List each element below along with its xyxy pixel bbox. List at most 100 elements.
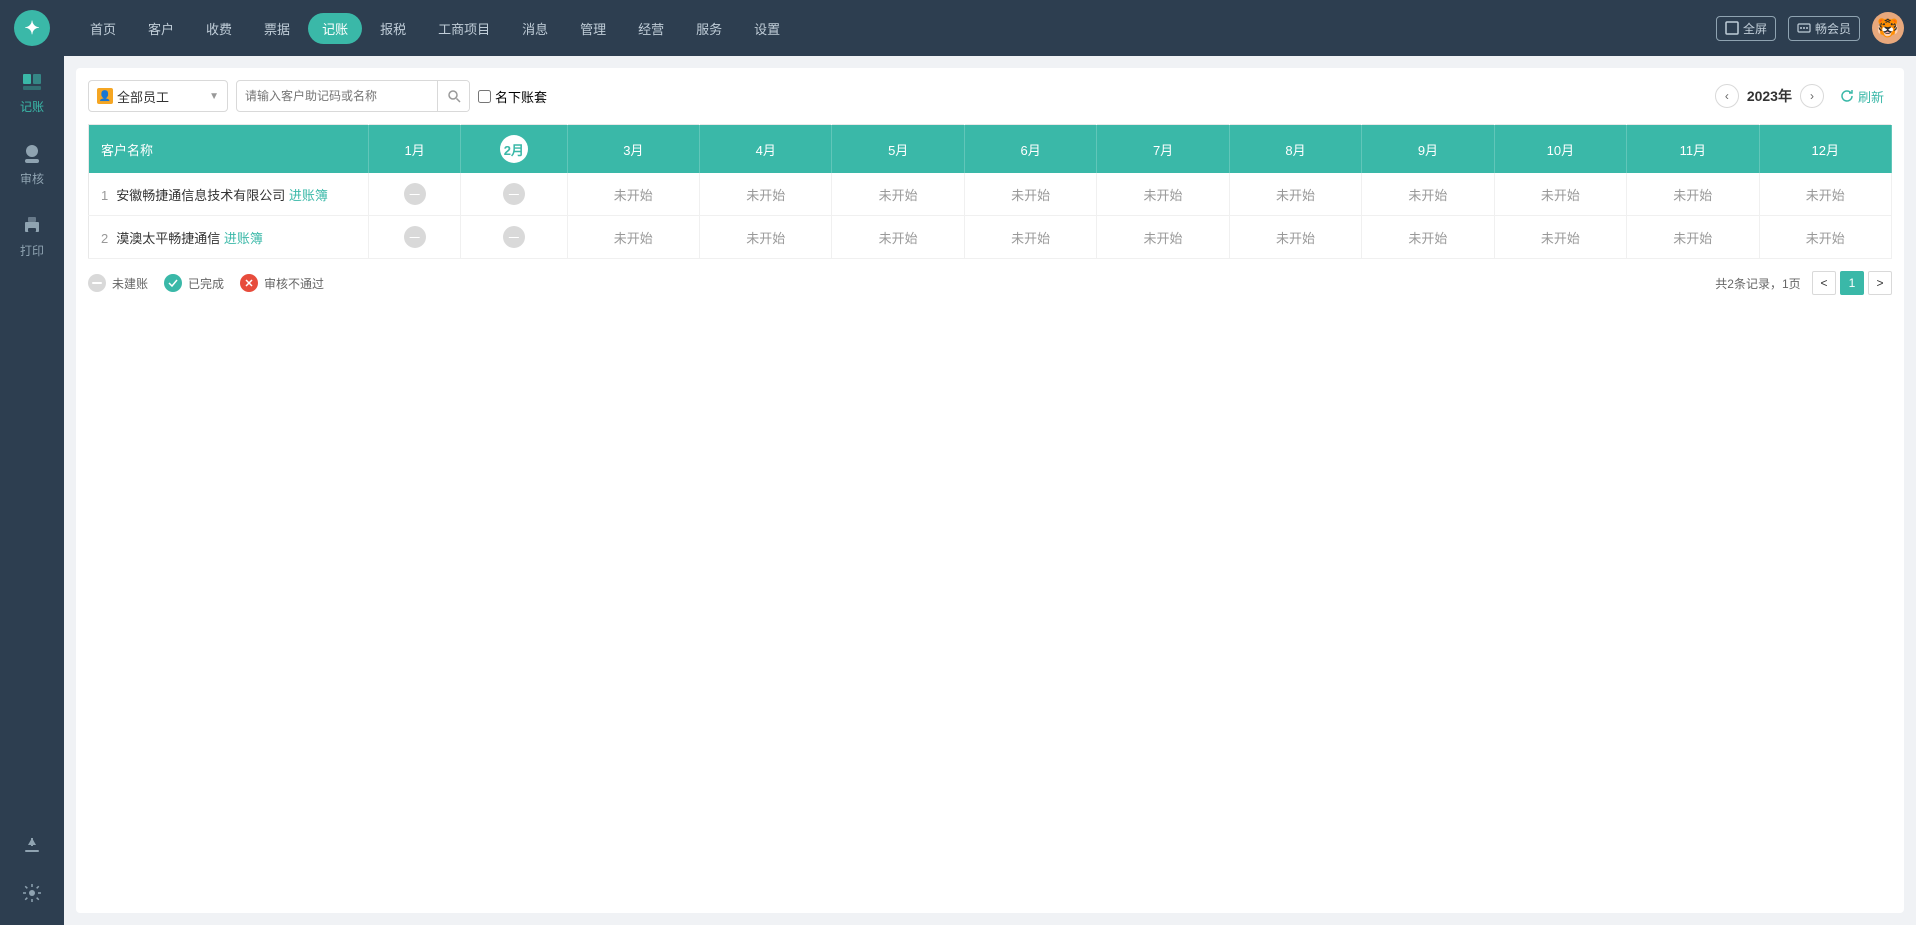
print-icon (18, 214, 46, 238)
cell-month-7: 未开始 (1097, 216, 1229, 259)
cell-month-2[interactable] (461, 173, 567, 216)
chevron-down-icon: ▼ (209, 91, 219, 102)
sidebar-item-audit-label: 审核 (20, 170, 44, 187)
content-card: 👤 全部员工 ▼ 名下账套 (76, 68, 1904, 913)
enter-ledger-link[interactable]: 进账簿 (289, 188, 328, 203)
vip-label: 畅会员 (1815, 20, 1851, 37)
year-display: 2023年 (1747, 86, 1792, 106)
my-accounts-checkbox[interactable]: 名下账套 (478, 87, 547, 106)
legend-completed-label: 已完成 (188, 275, 224, 292)
vip-button[interactable]: 畅会员 (1788, 16, 1860, 41)
nav-item-bookkeeping[interactable]: 记账 (308, 13, 362, 44)
table-row: 1安徽畅捷通信息技术有限公司 进账簿未开始未开始未开始未开始未开始未开始未开始未… (89, 173, 1892, 216)
cell-month-4: 未开始 (700, 173, 832, 216)
sidebar-item-audit[interactable]: 审核 (0, 128, 64, 200)
cell-month-5: 未开始 (832, 216, 964, 259)
cell-month-10: 未开始 (1494, 173, 1626, 216)
nav-item-home[interactable]: 首页 (76, 13, 130, 44)
col-header-jun: 6月 (964, 125, 1096, 174)
cell-month-7: 未开始 (1097, 173, 1229, 216)
audit-icon (18, 142, 46, 166)
page-content: 👤 全部员工 ▼ 名下账套 (64, 56, 1916, 925)
cell-month-2[interactable] (461, 216, 567, 259)
col-header-may: 5月 (832, 125, 964, 174)
col-header-dec: 12月 (1759, 125, 1891, 174)
current-month-indicator: 2月 (500, 135, 528, 163)
nav-item-invoices[interactable]: 票据 (250, 13, 304, 44)
col-header-aug: 8月 (1229, 125, 1361, 174)
nav-item-settings[interactable]: 设置 (740, 13, 794, 44)
year-prev-button[interactable]: ‹ (1715, 84, 1739, 108)
refresh-button[interactable]: 刷新 (1832, 83, 1892, 110)
top-navigation: 首页 客户 收费 票据 记账 报税 工商项目 消息 管理 经营 服务 设置 全屏 (64, 0, 1916, 56)
cell-month-6: 未开始 (964, 173, 1096, 216)
employee-icon: 👤 (97, 88, 113, 104)
col-header-oct: 10月 (1494, 125, 1626, 174)
pagination-text: 共2条记录，1页 (1715, 275, 1800, 292)
col-header-sep: 9月 (1362, 125, 1494, 174)
nav-item-service[interactable]: 服务 (682, 13, 736, 44)
cell-month-12: 未开始 (1759, 216, 1891, 259)
cell-month-11: 未开始 (1627, 216, 1759, 259)
pagination: 共2条记录，1页 < 1 > (1715, 271, 1892, 295)
page-prev-button[interactable]: < (1812, 271, 1836, 295)
search-button[interactable] (437, 80, 469, 112)
nav-item-billing[interactable]: 收费 (192, 13, 246, 44)
cell-month-1[interactable] (369, 216, 461, 259)
legend-rejected-label: 审核不通过 (264, 275, 324, 292)
table-footer: 未建账 已完成 审核不通过 共2条记录，1页 (88, 259, 1892, 299)
cell-company: 1安徽畅捷通信息技术有限公司 进账簿 (89, 173, 369, 216)
cell-month-5: 未开始 (832, 173, 964, 216)
fullscreen-label: 全屏 (1743, 20, 1767, 37)
search-box (236, 80, 470, 112)
cell-month-8: 未开始 (1229, 216, 1361, 259)
sidebar-item-print-label: 打印 (20, 242, 44, 259)
col-header-feb: 2月 (461, 125, 567, 174)
status-circle[interactable] (404, 183, 426, 205)
nav-item-manage[interactable]: 管理 (566, 13, 620, 44)
cell-month-12: 未开始 (1759, 173, 1891, 216)
status-circle[interactable] (503, 226, 525, 248)
table-row: 2漠澳太平畅捷通信 进账簿未开始未开始未开始未开始未开始未开始未开始未开始未开始… (89, 216, 1892, 259)
search-input[interactable] (237, 89, 437, 103)
year-next-button[interactable]: › (1800, 84, 1824, 108)
sidebar-item-bookkeeping-label: 记账 (20, 98, 44, 115)
legend-not-started: 未建账 (88, 274, 148, 292)
sidebar-bottom-settings[interactable] (12, 873, 52, 913)
page-1-button[interactable]: 1 (1840, 271, 1864, 295)
cell-month-8: 未开始 (1229, 173, 1361, 216)
cell-company: 2漠澳太平畅捷通信 进账簿 (89, 216, 369, 259)
enter-ledger-link[interactable]: 进账簿 (224, 231, 263, 246)
my-accounts-checkbox-input[interactable] (478, 90, 491, 103)
nav-item-bizproject[interactable]: 工商项目 (424, 13, 504, 44)
table-header-row: 客户名称 1月 2月 3月 4月 5月 6月 7月 8月 9月 10月 11月 (89, 125, 1892, 174)
nav-item-tax[interactable]: 报税 (366, 13, 420, 44)
sidebar-item-print[interactable]: 打印 (0, 200, 64, 272)
user-avatar[interactable]: 🐯 (1872, 12, 1904, 44)
app-logo-icon: ✦ (14, 10, 50, 46)
sidebar: ✦ 记账 审核 打印 (0, 0, 64, 925)
nav-item-messages[interactable]: 消息 (508, 13, 562, 44)
employee-label: 全部员工 (117, 87, 205, 106)
my-accounts-label: 名下账套 (495, 87, 547, 106)
page-next-button[interactable]: > (1868, 271, 1892, 295)
col-header-apr: 4月 (700, 125, 832, 174)
fullscreen-button[interactable]: 全屏 (1716, 16, 1776, 41)
cell-month-11: 未开始 (1627, 173, 1759, 216)
cell-month-9: 未开始 (1362, 173, 1494, 216)
sidebar-item-bookkeeping[interactable]: 记账 (0, 56, 64, 128)
status-circle[interactable] (404, 226, 426, 248)
col-header-nov: 11月 (1627, 125, 1759, 174)
sidebar-bottom-download[interactable] (12, 825, 52, 865)
col-header-jul: 7月 (1097, 125, 1229, 174)
refresh-label: 刷新 (1858, 87, 1884, 106)
nav-item-clients[interactable]: 客户 (134, 13, 188, 44)
status-circle[interactable] (503, 183, 525, 205)
legend-completed: 已完成 (164, 274, 224, 292)
employee-select[interactable]: 👤 全部员工 ▼ (88, 80, 228, 112)
legend-not-started-label: 未建账 (112, 275, 148, 292)
nav-item-operations[interactable]: 经营 (624, 13, 678, 44)
toolbar: 👤 全部员工 ▼ 名下账套 (88, 80, 1892, 112)
bookkeeping-icon (18, 70, 46, 94)
cell-month-1[interactable] (369, 173, 461, 216)
